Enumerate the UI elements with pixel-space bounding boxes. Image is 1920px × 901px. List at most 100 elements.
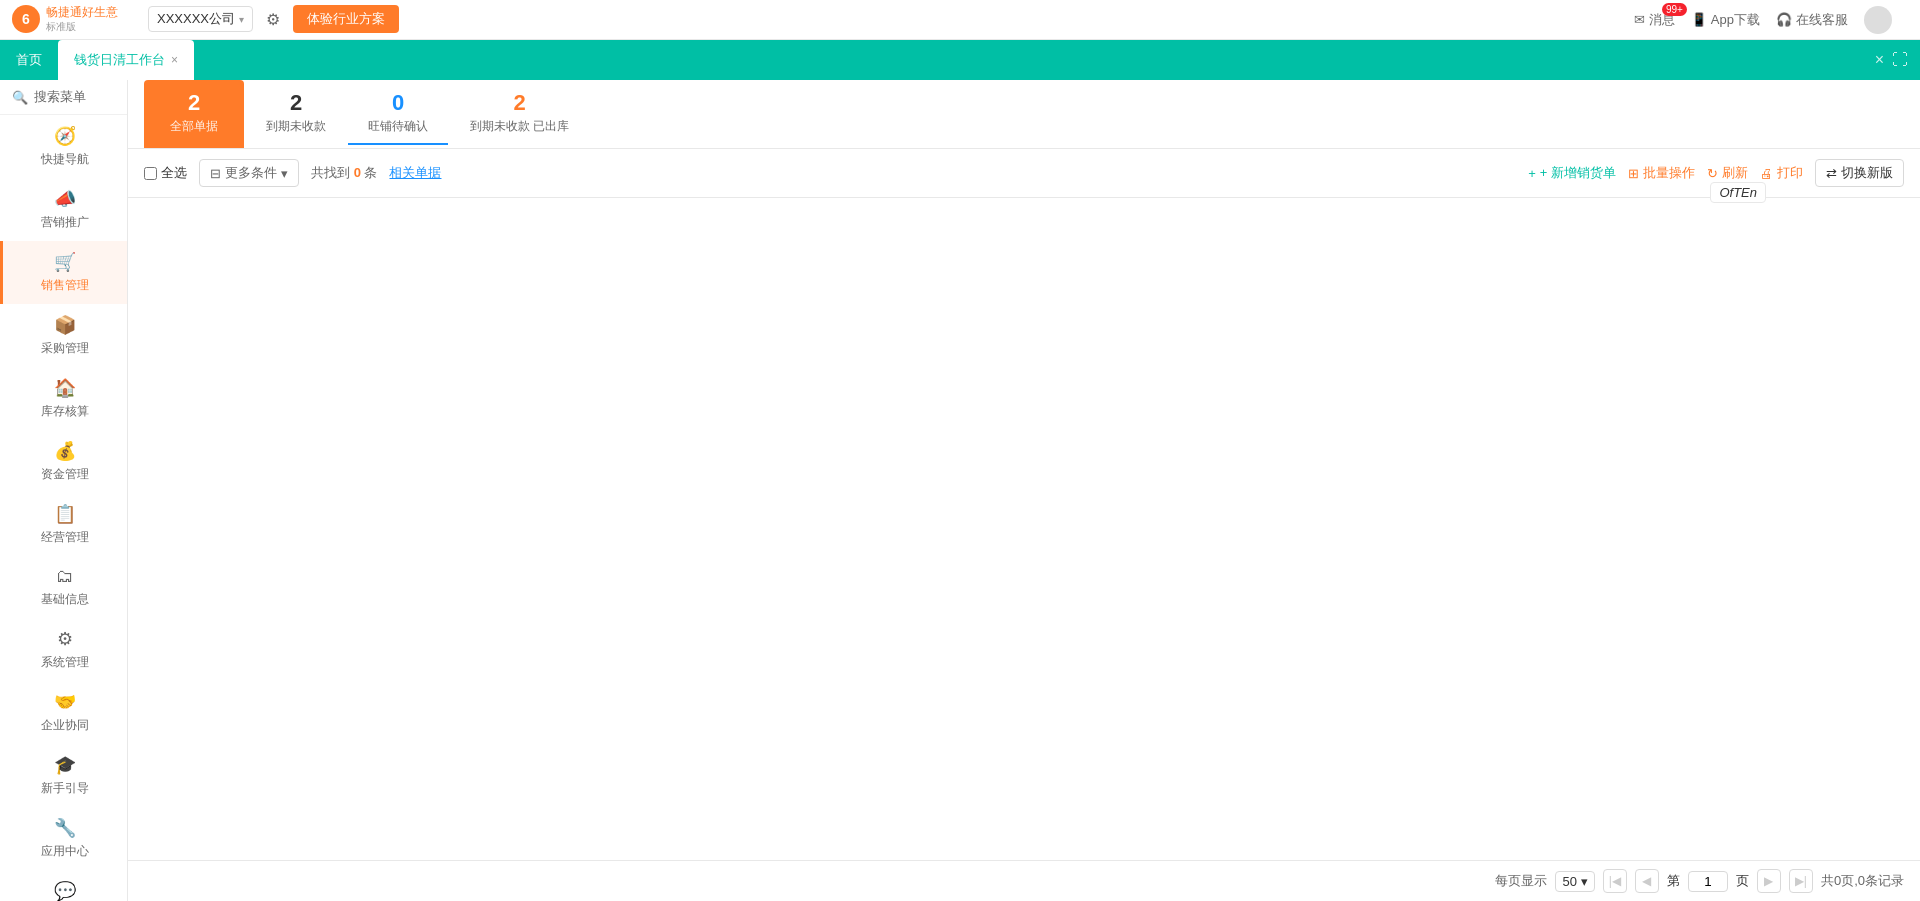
stat-tab-shipped[interactable]: 2 到期未收款 已出库 [450, 80, 589, 148]
refresh-label: 刷新 [1722, 164, 1748, 182]
prev-page-button[interactable]: ◀ [1635, 869, 1659, 893]
per-page-value: 50 [1562, 874, 1576, 889]
tab-workbench[interactable]: 钱货日清工作台 × [58, 40, 194, 80]
sidebar-item-label: 采购管理 [41, 340, 89, 357]
sidebar-item-system[interactable]: ⚙ 系统管理 [0, 618, 127, 681]
print-label: 打印 [1777, 164, 1803, 182]
filter-icon: ⊟ [210, 166, 221, 181]
filter-label: 更多条件 [225, 164, 277, 182]
sidebar-item-guide[interactable]: 🎓 新手引导 [0, 744, 127, 807]
stat-label-shipped: 到期未收款 已出库 [470, 118, 569, 135]
sidebar-item-quick-nav[interactable]: 🧭 快捷导航 [0, 115, 127, 178]
sidebar-item-sales[interactable]: 🛒 销售管理 [0, 241, 127, 304]
wechat-icon: 💬 [54, 880, 76, 901]
sidebar-item-purchase[interactable]: 📦 采购管理 [0, 304, 127, 367]
page-input[interactable] [1688, 871, 1728, 892]
sidebar-item-label: 销售管理 [41, 277, 89, 294]
refresh-icon: ↻ [1707, 166, 1718, 181]
batch-icon: ⊞ [1628, 166, 1639, 181]
sidebar-item-inventory[interactable]: 🏠 库存核算 [0, 367, 127, 430]
toolbar-left: 全选 ⊟ 更多条件 ▾ 共找到 0 条 相关单据 [144, 159, 1516, 187]
filter-button[interactable]: ⊟ 更多条件 ▾ [199, 159, 299, 187]
sidebar-item-enterprise[interactable]: 🤝 企业协同 [0, 681, 127, 744]
company-selector[interactable]: XXXXXX公司 ▾ [148, 6, 253, 32]
switch-version-button[interactable]: ⇄ 切换新版 [1815, 159, 1904, 187]
maximize-icon[interactable]: ⛶ [1892, 51, 1908, 69]
stat-tab-overdue[interactable]: 2 到期未收款 [246, 80, 346, 148]
found-prefix: 共找到 [311, 165, 350, 180]
filter-chevron-icon: ▾ [281, 166, 288, 181]
next-page-button[interactable]: ▶ [1757, 869, 1781, 893]
stat-tab-pending[interactable]: 0 旺铺待确认 [348, 80, 448, 148]
pagination: 每页显示 50 ▾ |◀ ◀ 第 页 ▶ ▶| 共0页,0条记录 [128, 860, 1920, 901]
app-download-button[interactable]: 📱 App下载 [1691, 11, 1760, 29]
select-all-label: 全选 [161, 164, 187, 182]
avatar[interactable] [1864, 6, 1892, 34]
sidebar-item-label: 应用中心 [41, 843, 89, 860]
add-sale-order-button[interactable]: + + 新增销货单 [1528, 164, 1616, 182]
logo-icon: 6 [12, 5, 40, 33]
often-badge: OfTEn [1710, 182, 1766, 203]
download-icon: 📱 [1691, 12, 1707, 27]
per-page-label: 每页显示 [1495, 872, 1547, 890]
batch-operation-button[interactable]: ⊞ 批量操作 [1628, 164, 1695, 182]
sidebar-item-label: 系统管理 [41, 654, 89, 671]
sidebar-item-label: 资金管理 [41, 466, 89, 483]
sidebar-item-label: 基础信息 [41, 591, 89, 608]
chevron-down-icon: ▾ [239, 14, 244, 25]
first-page-button[interactable]: |◀ [1603, 869, 1627, 893]
tab-home-label: 首页 [16, 51, 42, 69]
stat-tab-all[interactable]: 2 全部单据 [144, 80, 244, 148]
tab-underline [348, 143, 448, 145]
trial-button[interactable]: 体验行业方案 [293, 5, 399, 33]
top-bar-right: ✉ 消息 99+ 📱 App下载 🎧 在线客服 [1634, 6, 1908, 34]
sidebar-search[interactable]: 🔍 搜索菜单 [0, 80, 127, 115]
add-btn-label: + 新增销货单 [1540, 164, 1616, 182]
sidebar-item-finance[interactable]: 💰 资金管理 [0, 430, 127, 493]
table-area [128, 198, 1920, 860]
close-window-icon[interactable]: × [1875, 51, 1884, 69]
message-badge: 99+ [1662, 3, 1687, 16]
sidebar-item-label: 快捷导航 [41, 151, 89, 168]
last-page-button[interactable]: ▶| [1789, 869, 1813, 893]
found-num: 0 [354, 165, 361, 180]
sidebar-item-marketing[interactable]: 📣 营销推广 [0, 178, 127, 241]
related-link[interactable]: 相关单据 [389, 164, 441, 182]
headset-icon: 🎧 [1776, 12, 1792, 27]
print-icon: 🖨 [1760, 166, 1773, 181]
sidebar-item-label: 企业协同 [41, 717, 89, 734]
message-button[interactable]: ✉ 消息 99+ [1634, 11, 1675, 29]
close-tab-icon[interactable]: × [171, 53, 178, 67]
toolbar: 全选 ⊟ 更多条件 ▾ 共找到 0 条 相关单据 + + 新增销货单 [128, 149, 1920, 198]
sidebar-search-label: 搜索菜单 [34, 88, 86, 106]
tab-home[interactable]: 首页 [0, 40, 58, 80]
online-service-label: 在线客服 [1796, 11, 1848, 29]
top-bar: 6 畅捷通好生意 标准版 XXXXXX公司 ▾ ⚙ 体验行业方案 ✉ 消息 99… [0, 0, 1920, 40]
online-service-button[interactable]: 🎧 在线客服 [1776, 11, 1848, 29]
marketing-icon: 📣 [54, 188, 76, 210]
app-center-icon: 🔧 [54, 817, 76, 839]
settings-icon[interactable]: ⚙ [261, 7, 285, 31]
sidebar-item-wechat[interactable]: 💬 企业微信 [0, 870, 127, 901]
message-icon: ✉ [1634, 12, 1645, 27]
finance-icon: 💰 [54, 440, 76, 462]
sidebar-item-app-center[interactable]: 🔧 应用中心 [0, 807, 127, 870]
select-all-checkbox[interactable]: 全选 [144, 164, 187, 182]
sidebar-item-label: 新手引导 [41, 780, 89, 797]
base-info-icon: 🗂 [56, 566, 74, 587]
select-all-input[interactable] [144, 167, 157, 180]
enterprise-icon: 🤝 [54, 691, 76, 713]
main-layout: 🔍 搜索菜单 🧭 快捷导航 📣 营销推广 🛒 销售管理 📦 采购管理 🏠 库存核… [0, 80, 1920, 901]
sidebar-item-label: 库存核算 [41, 403, 89, 420]
sidebar: 🔍 搜索菜单 🧭 快捷导航 📣 营销推广 🛒 销售管理 📦 采购管理 🏠 库存核… [0, 80, 128, 901]
sidebar-item-operation[interactable]: 📋 经营管理 [0, 493, 127, 556]
sidebar-item-base-info[interactable]: 🗂 基础信息 [0, 556, 127, 618]
per-page-select[interactable]: 50 ▾ [1555, 871, 1594, 892]
stat-label-pending: 旺铺待确认 [368, 118, 428, 135]
refresh-button[interactable]: ↻ 刷新 [1707, 164, 1748, 182]
print-button[interactable]: 🖨 打印 [1760, 164, 1803, 182]
stat-num-all: 2 [188, 90, 200, 116]
found-text: 共找到 0 条 [311, 164, 377, 182]
tab-workbench-label: 钱货日清工作台 [74, 51, 165, 69]
logo-area: 6 畅捷通好生意 标准版 [12, 5, 140, 33]
